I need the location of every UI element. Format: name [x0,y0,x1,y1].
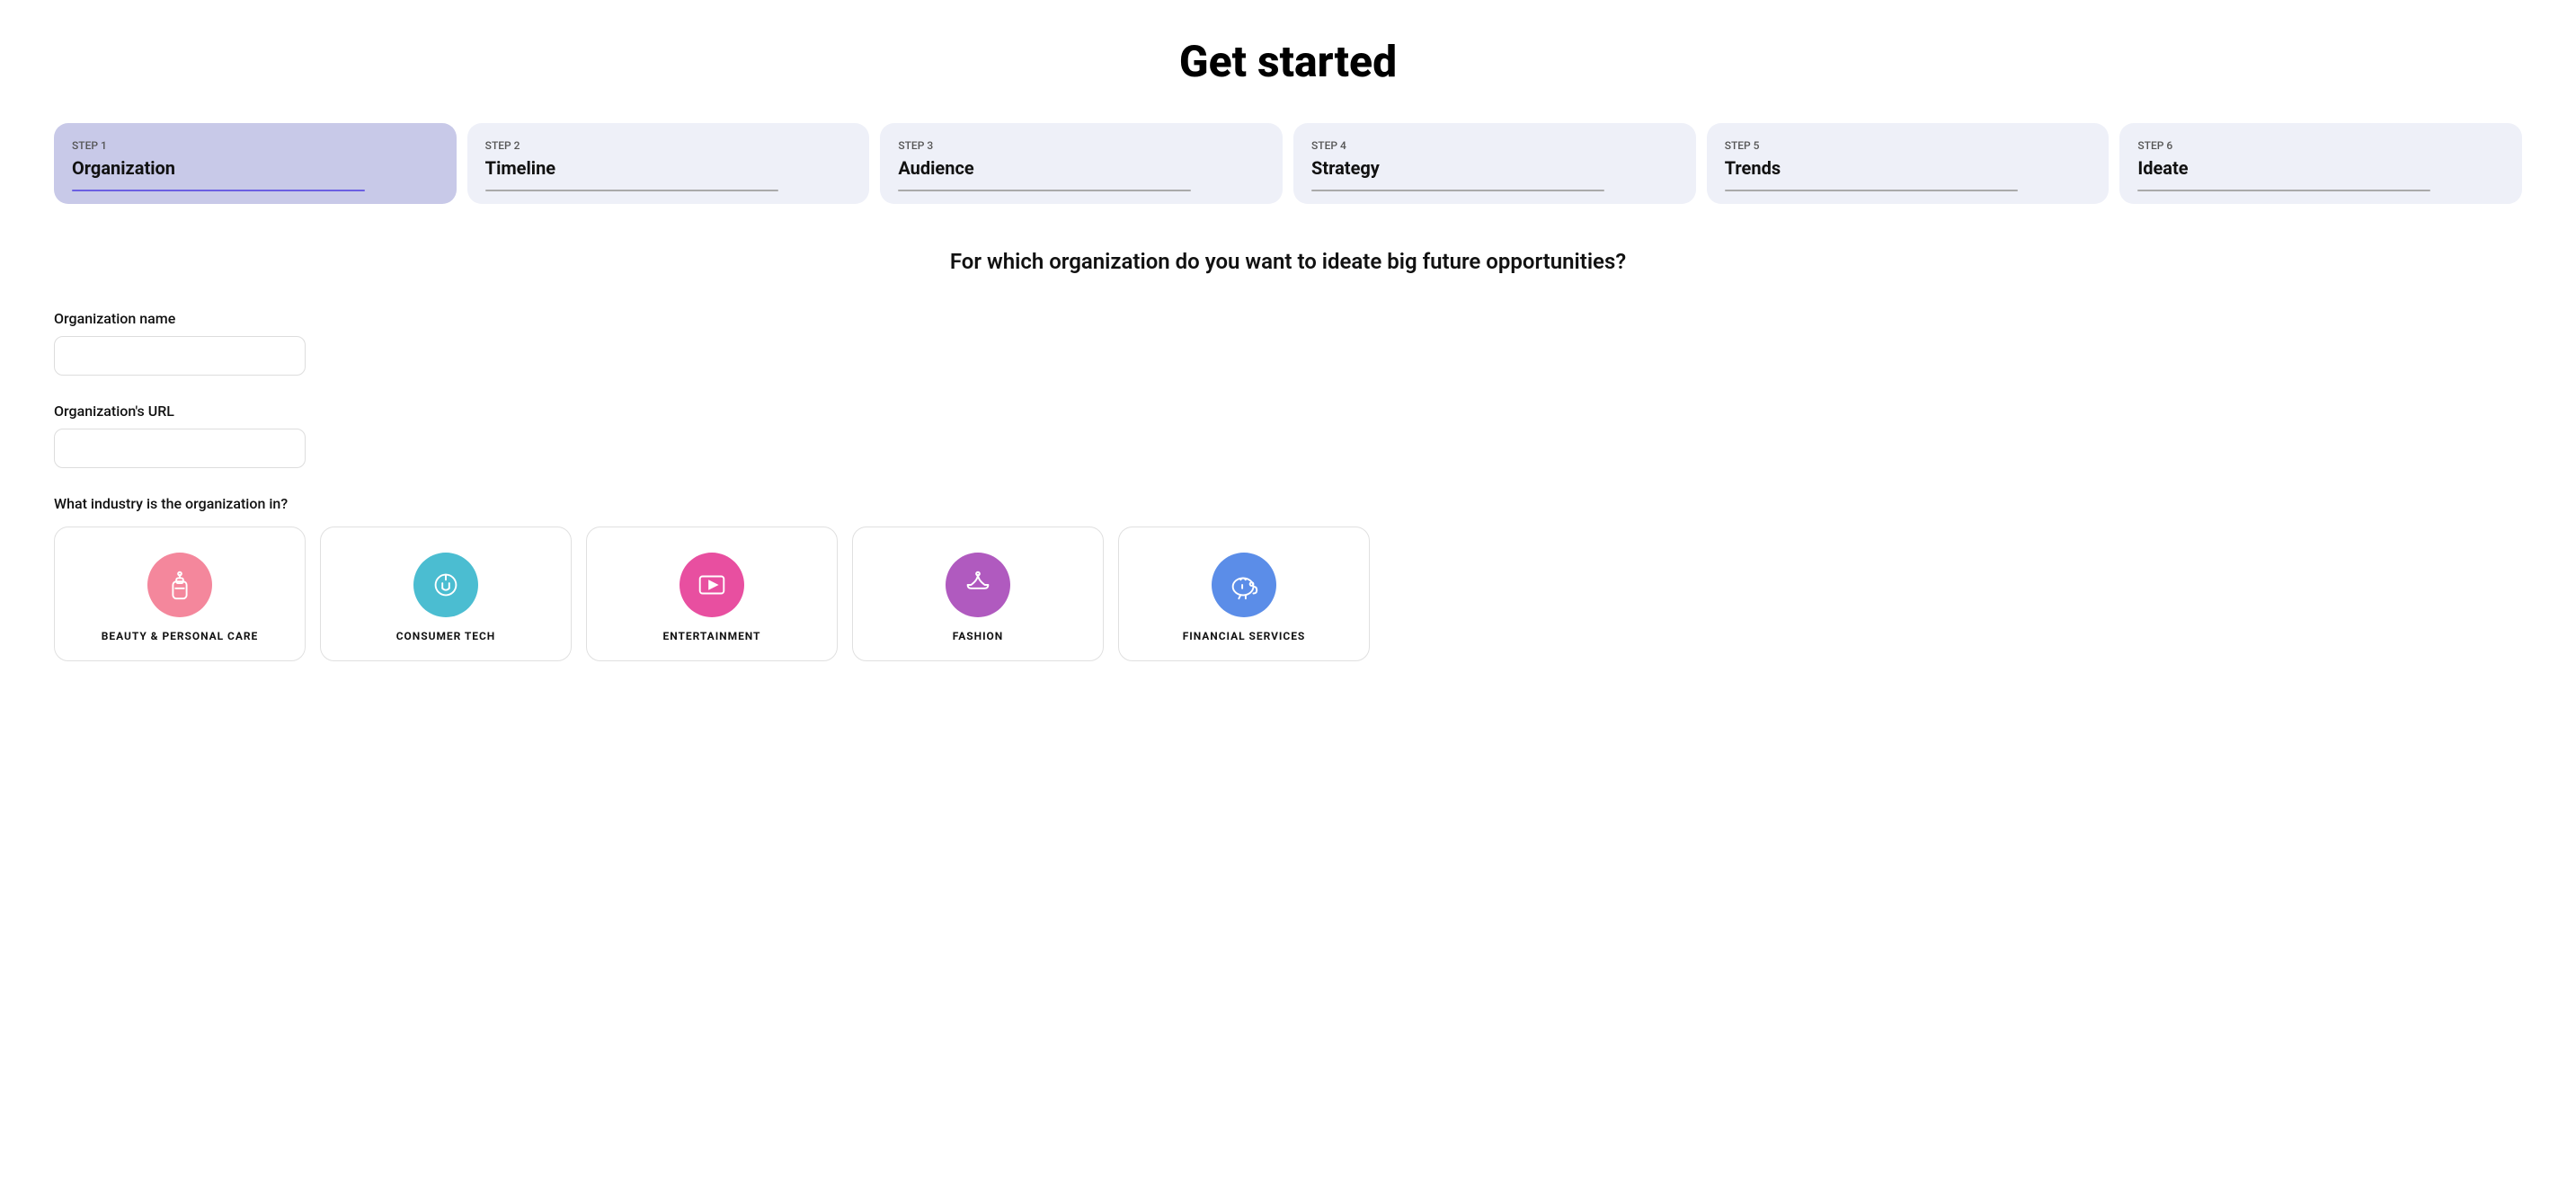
step-underline [1725,190,2018,191]
industry-cards: BEAUTY & PERSONAL CARE CONSUMER TECH ENT… [54,527,2522,661]
steps-container: STEP 1 Organization STEP 2 Timeline STEP… [54,123,2522,204]
org-name-input[interactable] [54,336,306,376]
step-name: Strategy [1311,157,1678,179]
industry-card-entertainment[interactable]: ENTERTAINMENT [586,527,838,661]
consumer-tech-icon [413,553,478,617]
step-card-step6[interactable]: STEP 6 Ideate [2119,123,2522,204]
industry-card-consumer-tech[interactable]: CONSUMER TECH [320,527,572,661]
industry-card-financial[interactable]: FINANCIAL SERVICES [1118,527,1370,661]
step-name: Trends [1725,157,2092,179]
step-underline [898,190,1191,191]
industry-name-financial: FINANCIAL SERVICES [1183,630,1306,642]
step-name: Audience [898,157,1265,179]
step-card-step5[interactable]: STEP 5 Trends [1707,123,2110,204]
industry-card-fashion[interactable]: FASHION [852,527,1104,661]
step-number: STEP 3 [898,139,1265,152]
step-number: STEP 4 [1311,139,1678,152]
industry-name-fashion: FASHION [953,630,1003,642]
industry-label: What industry is the organization in? [54,495,2522,512]
page-title: Get started [54,36,2522,87]
step-number: STEP 1 [72,139,439,152]
industry-name-entertainment: ENTERTAINMENT [663,630,761,642]
beauty-icon [147,553,212,617]
step-underline [72,190,365,191]
financial-icon [1212,553,1276,617]
org-name-label: Organization name [54,310,342,327]
step-underline [1311,190,1604,191]
industry-name-beauty: BEAUTY & PERSONAL CARE [102,630,259,642]
step-number: STEP 2 [485,139,852,152]
section-question: For which organization do you want to id… [54,249,2522,274]
step-name: Organization [72,157,439,179]
industry-card-beauty[interactable]: BEAUTY & PERSONAL CARE [54,527,306,661]
step-card-step4[interactable]: STEP 4 Strategy [1293,123,1696,204]
org-name-section: Organization name [54,310,342,376]
step-card-step3[interactable]: STEP 3 Audience [880,123,1283,204]
step-underline [2137,190,2430,191]
step-underline [485,190,778,191]
fashion-icon [946,553,1010,617]
step-card-step1[interactable]: STEP 1 Organization [54,123,457,204]
industry-section: What industry is the organization in? BE… [54,495,2522,661]
step-card-step2[interactable]: STEP 2 Timeline [467,123,870,204]
step-number: STEP 6 [2137,139,2504,152]
org-url-section: Organization's URL [54,403,342,468]
industry-name-consumer-tech: CONSUMER TECH [396,630,496,642]
org-url-input[interactable] [54,429,306,468]
entertainment-icon [680,553,744,617]
step-number: STEP 5 [1725,139,2092,152]
step-name: Timeline [485,157,852,179]
org-url-label: Organization's URL [54,403,342,420]
step-name: Ideate [2137,157,2504,179]
